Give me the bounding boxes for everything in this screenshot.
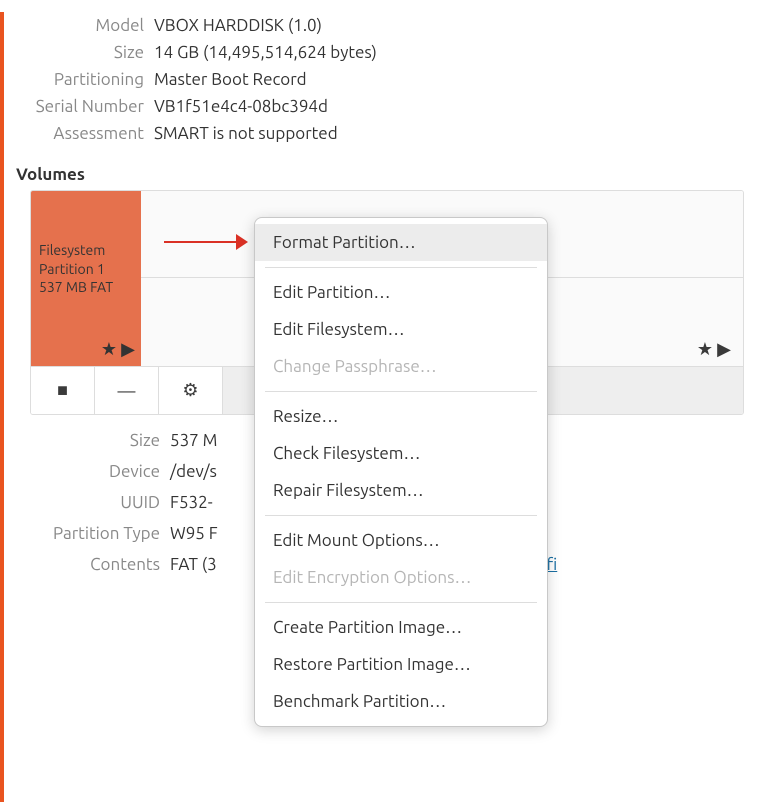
label-assessment: Assessment xyxy=(0,124,154,143)
label-uuid: UUID xyxy=(0,493,170,512)
menu-separator xyxy=(265,267,537,268)
label-model: Model xyxy=(0,16,154,35)
menu-change-passphrase: Change Passphrase… xyxy=(255,348,547,385)
partition-1[interactable]: Filesystem Partition 1 537 MB FAT ★ ▶ xyxy=(31,191,141,366)
more-options-button[interactable]: ⚙ xyxy=(159,367,223,414)
value-uuid: F532- xyxy=(170,493,213,512)
value-size: 14 GB (14,495,514,624 bytes) xyxy=(154,43,377,62)
star-icon: ★ xyxy=(101,339,117,359)
menu-separator xyxy=(265,391,537,392)
label-partitioning: Partitioning xyxy=(0,70,154,89)
label-vol-size: Size xyxy=(0,431,170,450)
menu-edit-partition[interactable]: Edit Partition… xyxy=(255,274,547,311)
star-icon: ★ xyxy=(697,339,713,359)
value-partitioning: Master Boot Record xyxy=(154,70,307,89)
menu-repair-filesystem[interactable]: Repair Filesystem… xyxy=(255,472,547,509)
menu-edit-filesystem[interactable]: Edit Filesystem… xyxy=(255,311,547,348)
value-partition-type: W95 F xyxy=(170,524,218,543)
play-icon: ▶ xyxy=(121,339,135,359)
unmount-button[interactable]: ■ xyxy=(31,367,95,414)
gear-icon: ⚙ xyxy=(182,380,198,401)
label-partition-type: Partition Type xyxy=(0,524,170,543)
disk-info-table: Model VBOX HARDDISK (1.0) Size 14 GB (14… xyxy=(0,12,774,147)
partition-1-size: 537 MB FAT xyxy=(39,278,133,296)
menu-resize[interactable]: Resize… xyxy=(255,398,547,435)
annotation-arrow xyxy=(164,234,256,250)
label-device: Device xyxy=(0,462,170,481)
window-accent xyxy=(0,12,4,802)
menu-benchmark-partition[interactable]: Benchmark Partition… xyxy=(255,683,547,720)
delete-button[interactable]: — xyxy=(95,367,159,414)
minus-icon: — xyxy=(118,381,136,401)
label-serial: Serial Number xyxy=(0,97,154,116)
value-serial: VB1f51e4c4-08bc394d xyxy=(154,97,328,116)
value-assessment: SMART is not supported xyxy=(154,124,338,143)
partition-1-name: Partition 1 xyxy=(39,260,133,278)
menu-check-filesystem[interactable]: Check Filesystem… xyxy=(255,435,547,472)
play-icon: ▶ xyxy=(717,339,731,359)
value-model: VBOX HARDDISK (1.0) xyxy=(154,16,322,35)
partition-1-fs: Filesystem xyxy=(39,241,133,259)
menu-separator xyxy=(265,602,537,603)
menu-create-partition-image[interactable]: Create Partition Image… xyxy=(255,609,547,646)
menu-separator xyxy=(265,515,537,516)
value-vol-size: 537 M xyxy=(170,431,217,450)
stop-icon: ■ xyxy=(57,380,68,401)
menu-edit-encryption-options: Edit Encryption Options… xyxy=(255,559,547,596)
context-menu: Format Partition… Edit Partition… Edit F… xyxy=(254,217,548,727)
volumes-heading: Volumes xyxy=(16,165,774,184)
menu-restore-partition-image[interactable]: Restore Partition Image… xyxy=(255,646,547,683)
label-size: Size xyxy=(0,43,154,62)
menu-edit-mount-options[interactable]: Edit Mount Options… xyxy=(255,522,547,559)
value-device: /dev/s xyxy=(170,462,217,481)
menu-format-partition[interactable]: Format Partition… xyxy=(255,224,547,261)
label-contents: Contents xyxy=(0,555,170,574)
